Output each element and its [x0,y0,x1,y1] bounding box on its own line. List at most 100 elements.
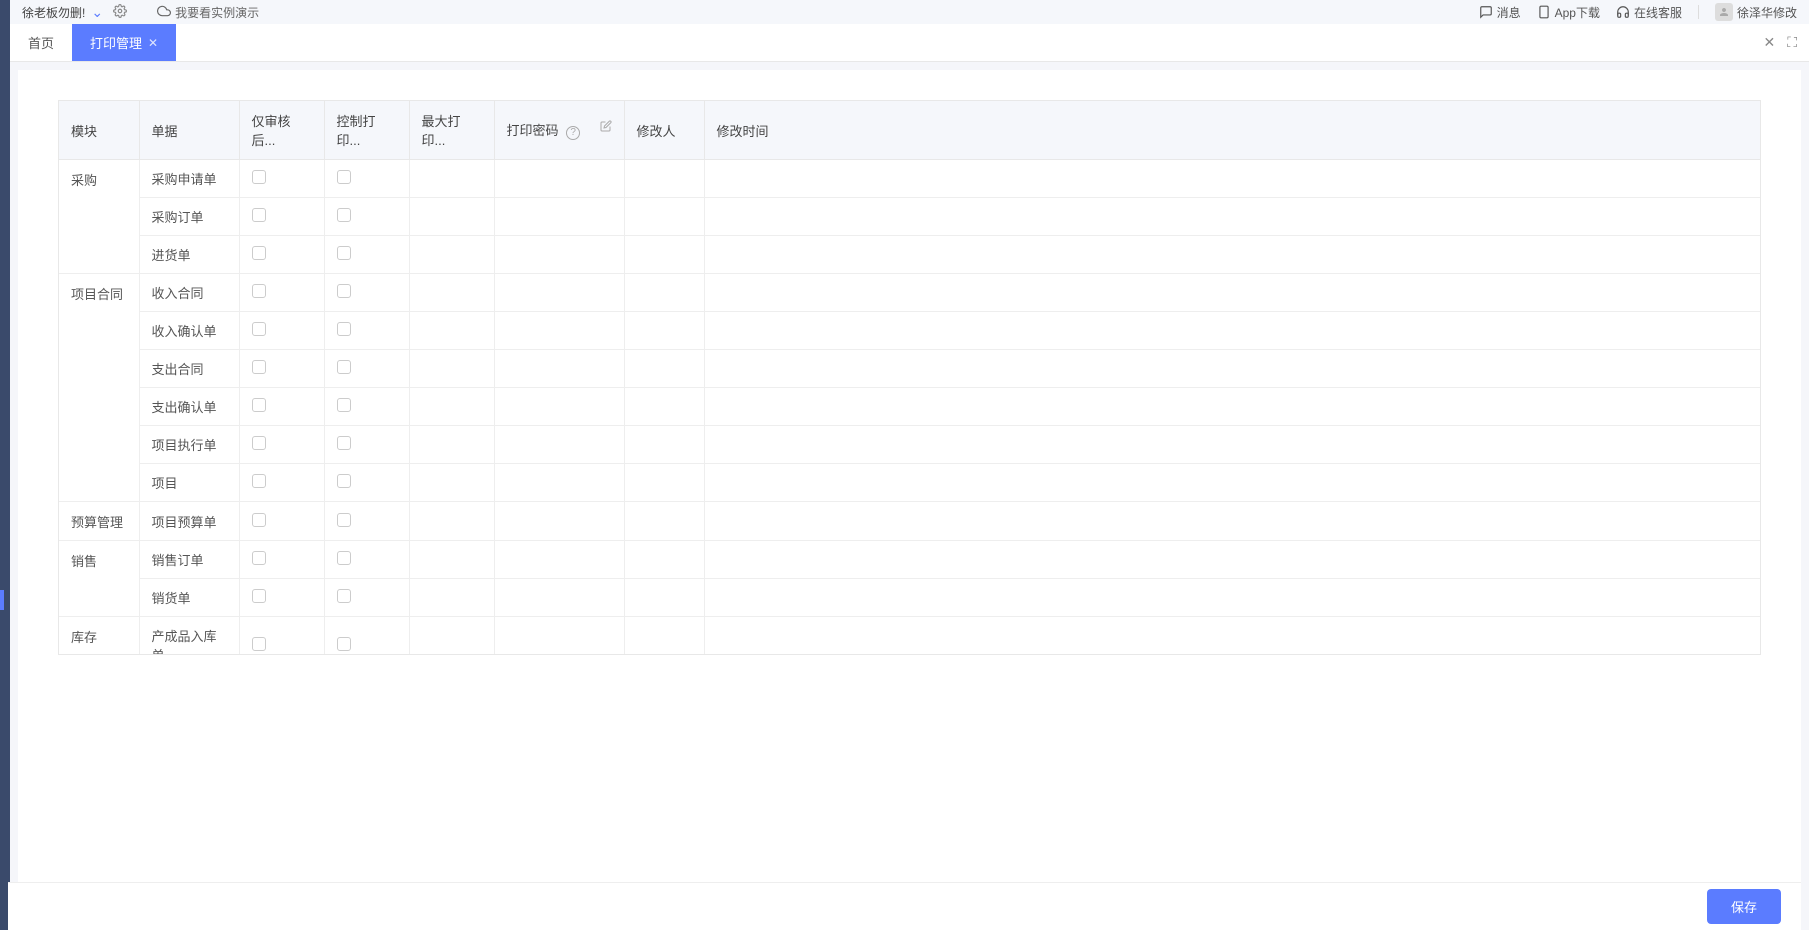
org-name: 徐老板勿删! [22,4,85,21]
cell-time [704,160,1760,198]
cell-doc: 项目执行单 [139,426,239,464]
checkbox-audit-only[interactable] [252,474,266,488]
checkbox-audit-only[interactable] [252,589,266,603]
edit-icon[interactable] [600,120,612,135]
cell-control [324,350,409,388]
tab-print-label: 打印管理 [90,33,142,52]
checkbox-audit-only[interactable] [252,551,266,565]
org-selector[interactable]: 徐老板勿删! ⌄ [22,4,103,21]
cell-time [704,464,1760,502]
cell-modifier [624,274,704,312]
cell-doc: 项目预算单 [139,502,239,541]
close-all-tabs-icon[interactable]: ✕ [1763,34,1775,51]
cell-control [324,160,409,198]
cell-time [704,274,1760,312]
demo-link[interactable]: 我要看实例演示 [157,4,259,21]
left-sidebar-edge [0,0,10,930]
checkbox-control[interactable] [337,513,351,527]
cell-modifier [624,579,704,617]
cell-max [409,312,494,350]
checkbox-control[interactable] [337,637,351,651]
close-icon[interactable]: ✕ [148,36,158,50]
cell-time [704,579,1760,617]
checkbox-audit-only[interactable] [252,436,266,450]
checkbox-audit-only[interactable] [252,208,266,222]
cell-doc: 收入合同 [139,274,239,312]
checkbox-control[interactable] [337,170,351,184]
checkbox-control[interactable] [337,322,351,336]
app-download-link[interactable]: App下载 [1537,4,1600,21]
checkbox-control[interactable] [337,208,351,222]
messages-link[interactable]: 消息 [1479,4,1521,21]
th-audit-only: 仅审核后... [239,101,324,160]
user-name: 徐泽华修改 [1737,4,1797,21]
cell-max [409,350,494,388]
checkbox-audit-only[interactable] [252,322,266,336]
checkbox-audit-only[interactable] [252,170,266,184]
cell-doc: 支出确认单 [139,388,239,426]
sidebar-indicator [0,590,4,610]
fullscreen-icon[interactable]: ⛶ [1787,34,1797,51]
checkbox-audit-only[interactable] [252,246,266,260]
content-area: 模块 单据 仅审核后... 控制打印... 最大打印... 打印密码 ? [18,70,1801,922]
cell-audit-only [239,350,324,388]
cell-password [494,312,624,350]
cell-audit-only [239,388,324,426]
avatar-icon [1715,3,1733,21]
cell-password [494,502,624,541]
cell-control [324,312,409,350]
checkbox-control[interactable] [337,398,351,412]
cell-password [494,464,624,502]
th-module: 模块 [59,101,139,160]
table-row: 支出确认单 [59,388,1760,426]
cloud-icon [157,4,171,21]
cell-doc: 产成品入库单 [139,617,239,656]
cell-time [704,617,1760,656]
cell-audit-only [239,502,324,541]
checkbox-control[interactable] [337,284,351,298]
table-container[interactable]: 模块 单据 仅审核后... 控制打印... 最大打印... 打印密码 ? [58,100,1761,655]
cell-doc: 进货单 [139,236,239,274]
cell-module: 采购 [59,160,139,274]
cell-control [324,541,409,579]
checkbox-control[interactable] [337,589,351,603]
save-button[interactable]: 保存 [1707,889,1781,924]
cell-modifier [624,236,704,274]
checkbox-control[interactable] [337,474,351,488]
cell-module: 库存 [59,617,139,656]
checkbox-control[interactable] [337,360,351,374]
checkbox-control[interactable] [337,551,351,565]
checkbox-control[interactable] [337,246,351,260]
cell-max [409,160,494,198]
table-row: 项目执行单 [59,426,1760,464]
help-icon[interactable]: ? [566,126,580,140]
th-password: 打印密码 ? [494,101,624,160]
checkbox-control[interactable] [337,436,351,450]
cell-control [324,274,409,312]
cell-module: 销售 [59,541,139,617]
gear-icon[interactable] [113,4,127,21]
cell-password [494,274,624,312]
th-control: 控制打印... [324,101,409,160]
checkbox-audit-only[interactable] [252,398,266,412]
checkbox-audit-only[interactable] [252,513,266,527]
cell-max [409,617,494,656]
checkbox-audit-only[interactable] [252,637,266,651]
service-label: 在线客服 [1634,4,1682,21]
checkbox-audit-only[interactable] [252,284,266,298]
cell-modifier [624,388,704,426]
checkbox-audit-only[interactable] [252,360,266,374]
cell-modifier [624,160,704,198]
cell-control [324,198,409,236]
cell-time [704,388,1760,426]
tab-home[interactable]: 首页 [10,24,72,61]
table-row: 收入确认单 [59,312,1760,350]
table-row: 项目合同收入合同 [59,274,1760,312]
cell-time [704,502,1760,541]
user-menu[interactable]: 徐泽华修改 [1715,3,1797,21]
tab-print-management[interactable]: 打印管理 ✕ [72,24,176,61]
cell-modifier [624,426,704,464]
table-row: 预算管理项目预算单 [59,502,1760,541]
table-row: 销售销售订单 [59,541,1760,579]
customer-service-link[interactable]: 在线客服 [1616,4,1682,21]
